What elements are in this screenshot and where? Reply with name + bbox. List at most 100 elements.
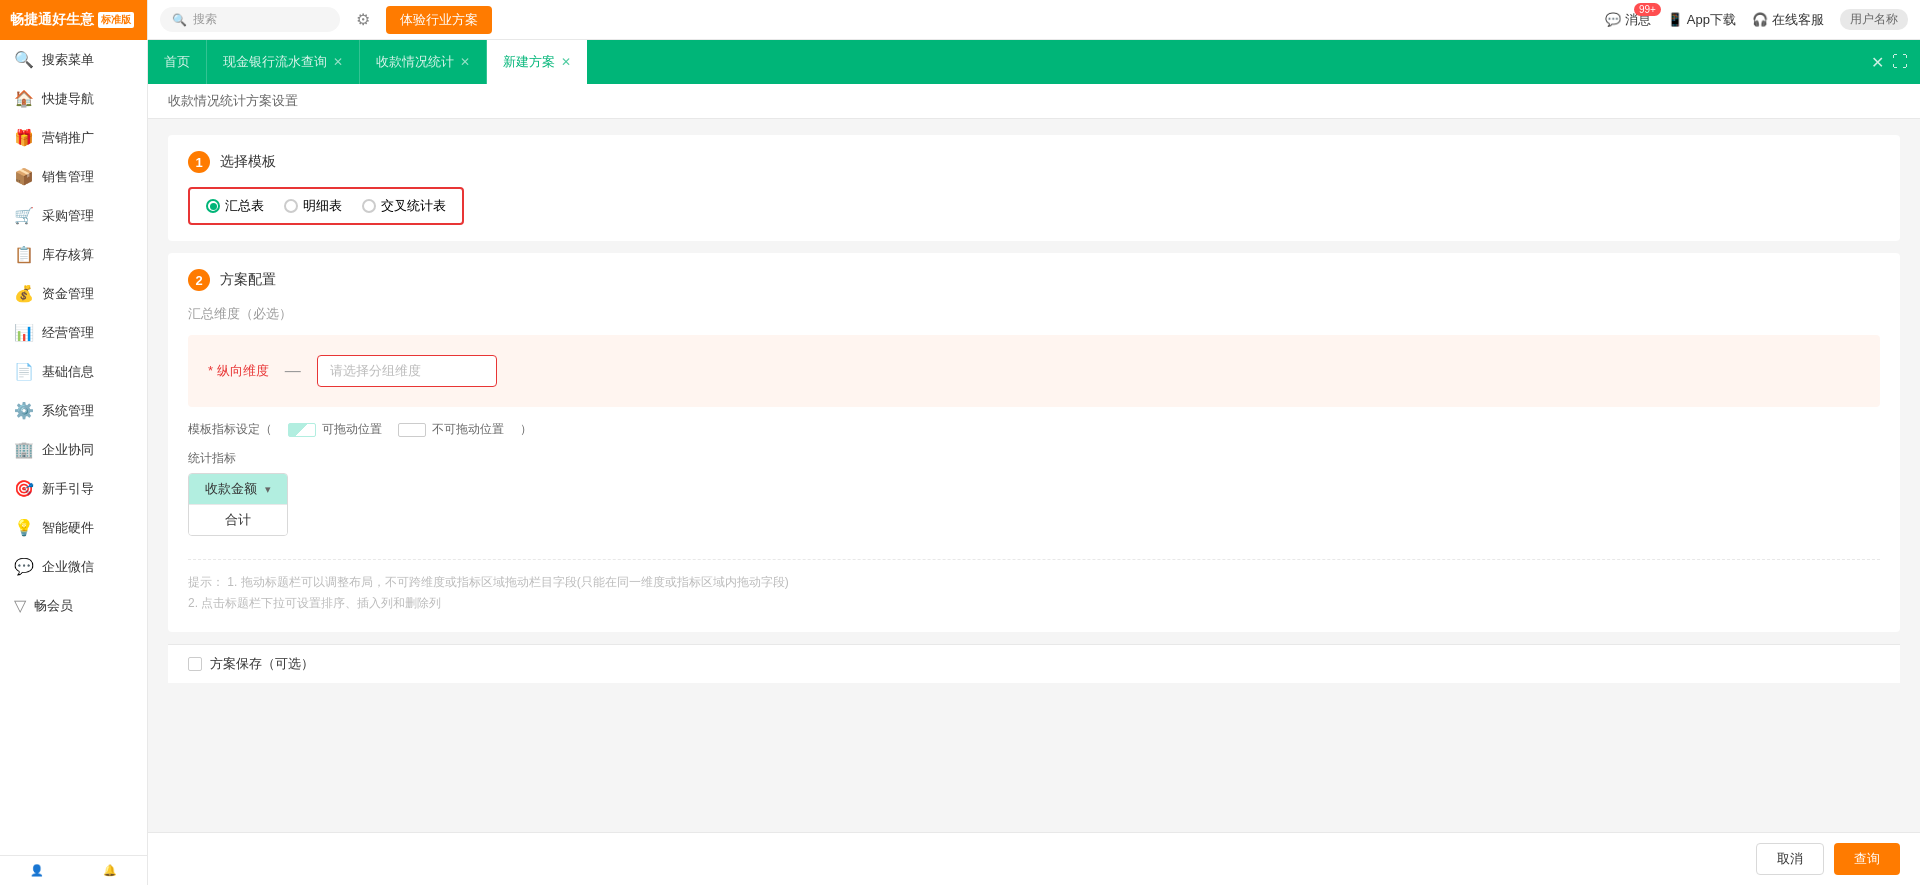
sidebar-icon-member: ▽ <box>14 596 26 615</box>
tabbar: 首页现金银行流水查询✕ 收款情况统计 ✕ 新建方案 ✕ ✕ ⛶ <box>148 40 1920 84</box>
indicator-col-header[interactable]: 收款金额 ▾ <box>189 474 287 504</box>
sidebar-item-operation[interactable]: 📊 经营管理 <box>0 313 147 352</box>
sidebar-item-sales[interactable]: 📦销售管理 <box>0 157 147 196</box>
indicator-legend: 模板指标设定（ 可拖动位置 不可拖动位置 ） <box>188 421 1880 438</box>
page-breadcrumb: 收款情况统计方案设置 <box>148 84 1920 119</box>
indicator-table-wrapper: 统计指标 收款金额 ▾ 合计 <box>188 450 1880 539</box>
indicator-table: 收款金额 ▾ 合计 <box>188 473 288 536</box>
message-icon: 💬 <box>1605 12 1621 27</box>
sidebar-label-quick-nav: 快捷导航 <box>42 90 94 108</box>
main-area: 🔍 搜索 ⚙ 体验行业方案 💬 消息 99+ 📱 App下载 🎧 在线客服 用户… <box>148 0 1920 885</box>
sidebar-icon-search-menu: 🔍 <box>14 50 34 69</box>
radio-detail[interactable]: 明细表 <box>284 197 342 215</box>
topbar-search-box[interactable]: 🔍 搜索 <box>160 7 340 32</box>
sidebar-item-basic[interactable]: 📄 基础信息 <box>0 352 147 391</box>
search-icon: 🔍 <box>172 13 187 27</box>
dimension-select[interactable]: 请选择分组维度 <box>317 355 497 387</box>
app-download-item[interactable]: 📱 App下载 <box>1667 11 1736 29</box>
sidebar-item-enterprise[interactable]: 🏢企业协同 <box>0 430 147 469</box>
notification-badge: 99+ <box>1634 3 1661 16</box>
sidebar-item-finance[interactable]: 💰资金管理 <box>0 274 147 313</box>
sidebar-item-system[interactable]: ⚙️系统管理 <box>0 391 147 430</box>
sidebar-label-smart-hw: 智能硬件 <box>42 519 94 537</box>
content-area: 收款情况统计方案设置 1 选择模板 汇总表 明细表 <box>148 84 1920 832</box>
tab-home[interactable]: 首页 <box>148 40 207 84</box>
sidebar-item-member[interactable]: ▽畅会员 <box>0 586 147 625</box>
template-radio-group: 汇总表 明细表 交叉统计表 <box>188 187 464 225</box>
topbar-right: 💬 消息 99+ 📱 App下载 🎧 在线客服 用户名称 <box>1605 9 1908 30</box>
save-checkbox[interactable] <box>188 657 202 671</box>
sidebar: 畅捷通好生意 标准版 🔍 搜索菜单 🏠快捷导航🎁营销推广📦销售管理🛒采购管理📋库存核… <box>0 0 148 885</box>
footer: 取消 查询 <box>148 832 1920 885</box>
maximize-button[interactable]: ⛶ <box>1892 53 1908 71</box>
sidebar-bottom-icon2[interactable]: 🔔 <box>103 864 117 877</box>
settings-icon[interactable]: ⚙ <box>356 10 370 29</box>
sidebar-item-wechat[interactable]: 💬 企业微信 <box>0 547 147 586</box>
radio-summary[interactable]: 汇总表 <box>206 197 264 215</box>
notification-item[interactable]: 💬 消息 99+ <box>1605 11 1651 29</box>
sidebar-label-operation: 经营管理 <box>42 324 94 342</box>
cancel-button[interactable]: 取消 <box>1756 843 1824 875</box>
chevron-down-icon: ▾ <box>265 483 271 496</box>
topbar: 🔍 搜索 ⚙ 体验行业方案 💬 消息 99+ 📱 App下载 🎧 在线客服 用户… <box>148 0 1920 40</box>
sidebar-item-purchase[interactable]: 🛒采购管理 <box>0 196 147 235</box>
indicator-col-row: 合计 <box>189 504 287 535</box>
indicator-section-label: 模板指标设定（ <box>188 421 272 438</box>
sidebar-icon-inventory: 📋 <box>14 245 34 264</box>
tab-label-collection-stat: 收款情况统计 <box>376 53 454 71</box>
tab-actions: ✕ ⛶ <box>1859 40 1920 84</box>
sidebar-icon-operation: 📊 <box>14 323 34 342</box>
tab-collection-stat[interactable]: 收款情况统计 ✕ <box>360 40 487 84</box>
search-placeholder: 搜索 <box>193 11 217 28</box>
step1-num: 1 <box>188 151 210 173</box>
tips-section: 提示： 1. 拖动标题栏可以调整布局，不可跨维度或指标区域拖动栏目字段(只能在同… <box>188 559 1880 612</box>
legend-close-paren: ） <box>520 421 532 438</box>
nodrag-label: 不可拖动位置 <box>432 421 504 438</box>
radio-label-cross: 交叉统计表 <box>381 197 446 215</box>
tip-2: 2. 点击标题栏下拉可设置排序、插入列和删除列 <box>188 595 1880 612</box>
tab-label-new-plan: 新建方案 <box>503 53 555 71</box>
sidebar-item-newbie[interactable]: 🎯新手引导 <box>0 469 147 508</box>
legend-draggable: 可拖动位置 <box>288 421 382 438</box>
radio-cross[interactable]: 交叉统计表 <box>362 197 446 215</box>
query-button[interactable]: 查询 <box>1834 843 1900 875</box>
save-section: 方案保存（可选） <box>168 644 1900 683</box>
step2-title: 方案配置 <box>220 271 276 289</box>
sidebar-label-wechat: 企业微信 <box>42 558 94 576</box>
sidebar-item-search-menu[interactable]: 🔍 搜索菜单 <box>0 40 147 79</box>
sidebar-logo: 畅捷通好生意 标准版 <box>0 0 147 40</box>
tab-new-plan[interactable]: 新建方案 ✕ <box>487 40 587 84</box>
industry-button[interactable]: 体验行业方案 <box>386 6 492 34</box>
drag-label: 可拖动位置 <box>322 421 382 438</box>
sidebar-icon-basic: 📄 <box>14 362 34 381</box>
tab-bank-flow[interactable]: 现金银行流水查询✕ <box>207 40 360 84</box>
sidebar-label-system: 系统管理 <box>42 402 94 420</box>
sidebar-item-marketing[interactable]: 🎁营销推广 <box>0 118 147 157</box>
tab-close-new-plan[interactable]: ✕ <box>561 55 571 69</box>
page-body: 1 选择模板 汇总表 明细表 交叉统计表 <box>148 119 1920 832</box>
radio-circle-summary <box>206 199 220 213</box>
user-name[interactable]: 用户名称 <box>1840 9 1908 30</box>
indicator-section: 模板指标设定（ 可拖动位置 不可拖动位置 ） 统计指标 <box>188 421 1880 539</box>
tab-close-collection-stat[interactable]: ✕ <box>460 55 470 69</box>
sidebar-label-search-menu: 搜索菜单 <box>42 51 94 69</box>
tab-close-bank-flow[interactable]: ✕ <box>333 55 343 69</box>
sidebar-item-quick-nav[interactable]: 🏠快捷导航 <box>0 79 147 118</box>
dimension-area: 纵向维度 — 请选择分组维度 <box>188 335 1880 407</box>
online-service-item[interactable]: 🎧 在线客服 <box>1752 11 1824 29</box>
step1-header: 1 选择模板 <box>188 151 1880 173</box>
sidebar-item-inventory[interactable]: 📋库存核算 <box>0 235 147 274</box>
sidebar-icon-sales: 📦 <box>14 167 34 186</box>
sidebar-label-newbie: 新手引导 <box>42 480 94 498</box>
sidebar-label-purchase: 采购管理 <box>42 207 94 225</box>
sidebar-label-enterprise: 企业协同 <box>42 441 94 459</box>
nodrag-legend-box <box>398 423 426 437</box>
sidebar-icon-wechat: 💬 <box>14 557 34 576</box>
close-window-button[interactable]: ✕ <box>1871 53 1884 72</box>
sidebar-item-smart-hw[interactable]: 💡智能硬件 <box>0 508 147 547</box>
col-header-text: 收款金额 <box>205 480 257 498</box>
step2-header: 2 方案配置 <box>188 269 1880 291</box>
tab-label-home: 首页 <box>164 53 190 71</box>
sidebar-label-basic: 基础信息 <box>42 363 94 381</box>
sidebar-bottom-icon1[interactable]: 👤 <box>30 864 44 877</box>
